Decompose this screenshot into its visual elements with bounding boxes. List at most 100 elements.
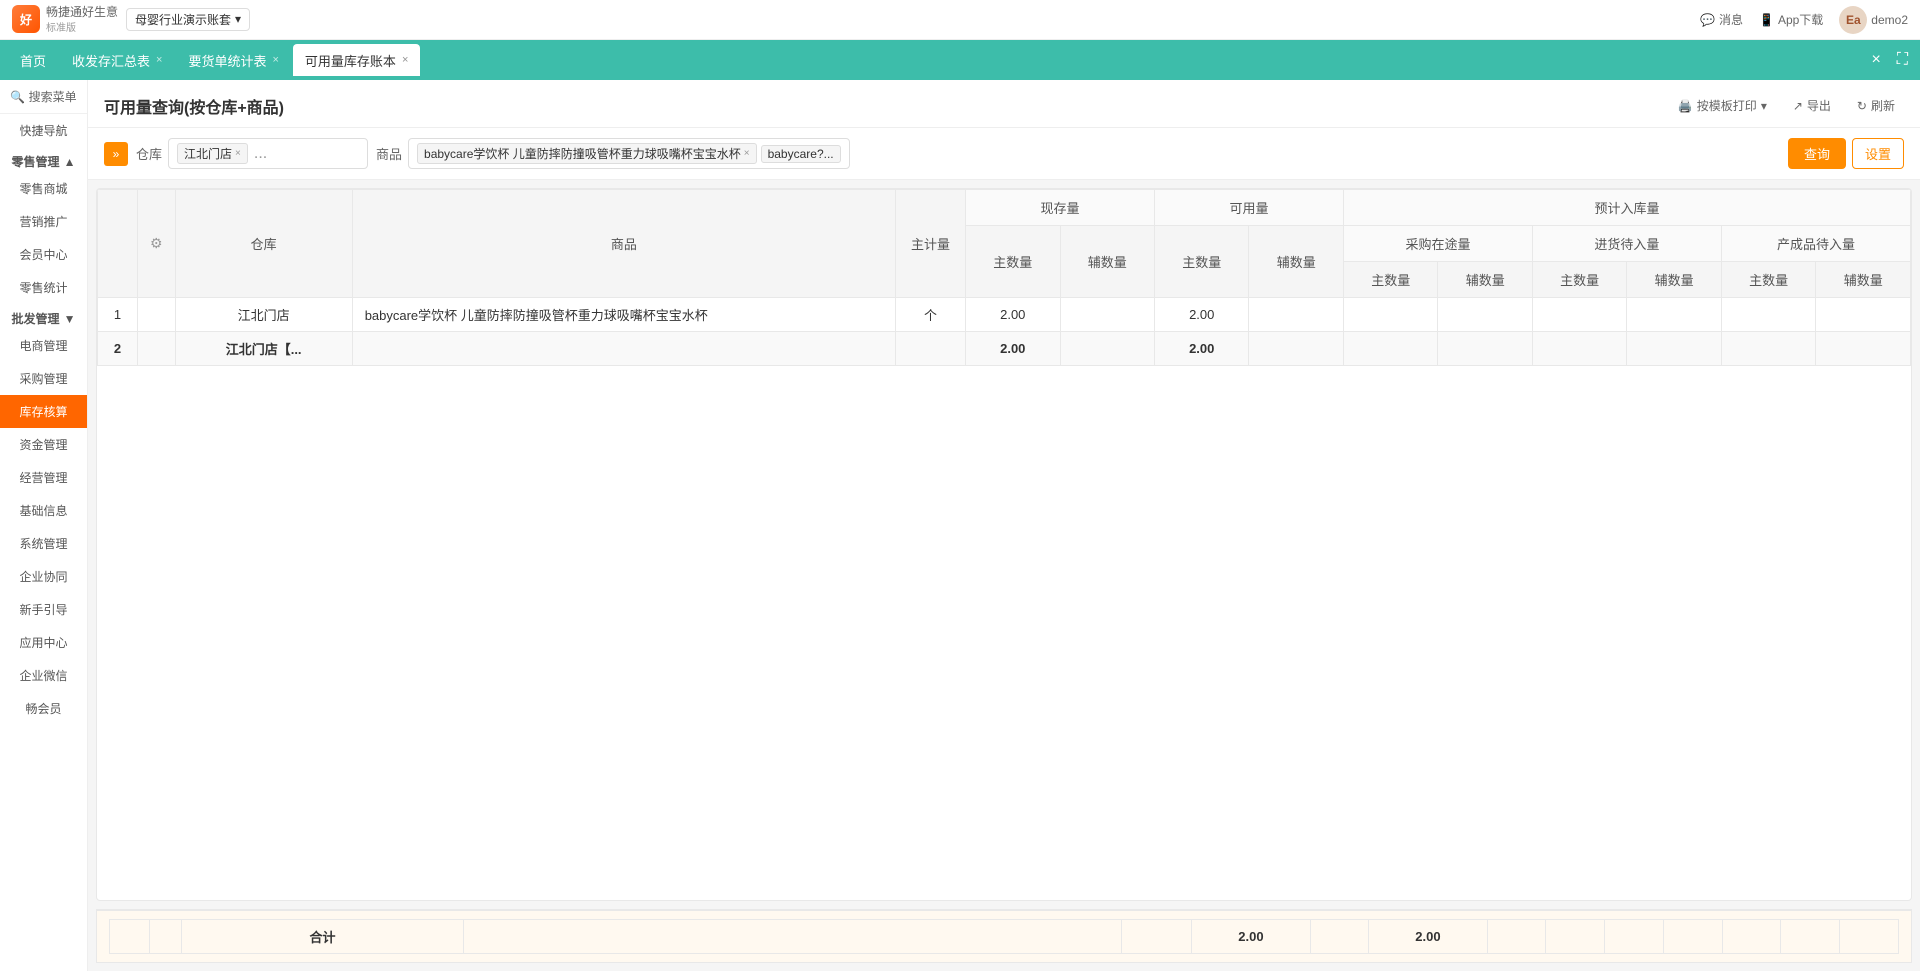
print-btn[interactable]: 🖨️ 按模板打印 ▾ bbox=[1669, 92, 1776, 119]
tab-inventory-label: 可用量库存账本 bbox=[305, 51, 396, 70]
app-sub: 标准版 bbox=[46, 19, 118, 34]
footer-s3 bbox=[1663, 920, 1722, 954]
cell-unit-1: 个 bbox=[896, 298, 966, 332]
sidebar-item-member[interactable]: 畅会员 bbox=[0, 692, 87, 725]
th-available-group: 可用量 bbox=[1155, 190, 1344, 226]
page-title: 可用量查询(按仓库+商品) bbox=[104, 94, 284, 118]
cell-current-aux-2 bbox=[1060, 332, 1154, 366]
cell-pt-main-2 bbox=[1343, 332, 1437, 366]
cell-avail-main-1: 2.00 bbox=[1155, 298, 1249, 332]
th-goods-pending-aux: 辅数量 bbox=[1627, 262, 1721, 298]
print-label: 按模板打印 bbox=[1697, 97, 1757, 114]
sidebar-item-inventory-check[interactable]: 库存核算 bbox=[0, 395, 87, 428]
footer-s4 bbox=[1722, 920, 1781, 954]
nav-tabs: 首页 收发存汇总表 × 要货单统计表 × 可用量库存账本 × × ⛶ bbox=[0, 40, 1920, 80]
tab-inventory[interactable]: 可用量库存账本 × bbox=[293, 44, 420, 76]
app-download-btn[interactable]: 📱 App下载 bbox=[1759, 11, 1823, 28]
product-filter-label: 商品 bbox=[376, 144, 402, 163]
sidebar-item-new-guide[interactable]: 新手引导 bbox=[0, 593, 87, 626]
footer-spacer-1 bbox=[110, 920, 150, 954]
footer-label: 合计 bbox=[182, 920, 464, 954]
sidebar-item-app-center[interactable]: 应用中心 bbox=[0, 626, 87, 659]
export-btn[interactable]: ↗ 导出 bbox=[1784, 92, 1840, 119]
chevron-icon: ▲ bbox=[64, 155, 76, 169]
sidebar-quick-nav[interactable]: 快捷导航 bbox=[0, 114, 87, 147]
sidebar-item-enterprise-wechat[interactable]: 企业微信 bbox=[0, 659, 87, 692]
th-purchase-transit-aux: 辅数量 bbox=[1438, 262, 1532, 298]
sidebar-item-retail-stats[interactable]: 零售统计 bbox=[0, 271, 87, 304]
warehouse-more[interactable]: ... bbox=[252, 145, 269, 163]
product-input[interactable]: babycare学饮杯 儿童防摔防撞吸管杯重力球吸嘴杯宝宝水杯 × babyca… bbox=[408, 138, 850, 169]
refresh-btn[interactable]: ↻ 刷新 bbox=[1848, 92, 1904, 119]
tab-inventory-close[interactable]: × bbox=[402, 54, 408, 66]
content-area: 可用量查询(按仓库+商品) 🖨️ 按模板打印 ▾ ↗ 导出 ↻ 刷新 bbox=[88, 80, 1920, 971]
warehouse-input[interactable]: 江北门店 × ... bbox=[168, 138, 368, 169]
tab-receipts-close[interactable]: × bbox=[156, 54, 162, 66]
th-goods-pending-group: 进货待入量 bbox=[1532, 226, 1721, 262]
message-btn[interactable]: 💬 消息 bbox=[1700, 11, 1743, 28]
footer-row: 合计 2.00 2.00 bbox=[110, 920, 1899, 954]
user-area[interactable]: Ea demo2 bbox=[1839, 6, 1908, 34]
logo-icon: 好 bbox=[12, 5, 40, 33]
page-header: 可用量查询(按仓库+商品) 🖨️ 按模板打印 ▾ ↗ 导出 ↻ 刷新 bbox=[88, 80, 1920, 128]
footer-available-aux bbox=[1487, 920, 1546, 954]
filter-toggle-btn[interactable]: » bbox=[104, 142, 128, 166]
tab-order-stats[interactable]: 要货单统计表 × bbox=[176, 44, 290, 76]
product-tag-2[interactable]: babycare?... bbox=[761, 145, 841, 163]
sidebar-quick-nav-label: 快捷导航 bbox=[19, 122, 67, 139]
gear-icon[interactable]: ⚙ bbox=[150, 235, 163, 251]
sidebar-new-guide-label: 新手引导 bbox=[19, 601, 67, 618]
fullscreen-icon[interactable]: ⛶ bbox=[1893, 47, 1912, 73]
sidebar-search[interactable]: 🔍 搜索菜单 bbox=[0, 80, 87, 114]
footer-s1 bbox=[1546, 920, 1605, 954]
sidebar-item-ecommerce[interactable]: 电商管理 bbox=[0, 329, 87, 362]
tab-receipts-label: 收发存汇总表 bbox=[72, 51, 150, 70]
th-purchase-transit-main: 主数量 bbox=[1343, 262, 1437, 298]
sidebar-item-purchase[interactable]: 采购管理 bbox=[0, 362, 87, 395]
sidebar-item-retail-mgmt[interactable]: 零售管理 ▲ bbox=[0, 147, 87, 172]
product-tag-1-text: babycare学饮杯 儿童防摔防撞吸管杯重力球吸嘴杯宝宝水杯 bbox=[424, 145, 741, 162]
th-available-aux: 辅数量 bbox=[1249, 226, 1343, 298]
warehouse-filter-group: 仓库 江北门店 × ... bbox=[136, 138, 368, 169]
product-tag-1-close[interactable]: × bbox=[744, 148, 750, 159]
th-gear: ⚙ bbox=[138, 190, 176, 298]
tab-home[interactable]: 首页 bbox=[8, 44, 58, 76]
warehouse-tag-close[interactable]: × bbox=[235, 148, 241, 159]
chevron-down-icon: ▼ bbox=[64, 312, 76, 326]
sidebar-item-finance[interactable]: 资金管理 bbox=[0, 428, 87, 461]
query-btn[interactable]: 查询 bbox=[1788, 138, 1846, 169]
cell-unit-2 bbox=[896, 332, 966, 366]
cell-product-2 bbox=[352, 332, 895, 366]
sidebar-enterprise-wechat-label: 企业微信 bbox=[19, 667, 67, 684]
sidebar-item-member-center[interactable]: 会员中心 bbox=[0, 238, 87, 271]
cell-current-aux-1 bbox=[1060, 298, 1154, 332]
tab-receipts[interactable]: 收发存汇总表 × bbox=[60, 44, 174, 76]
settings-btn[interactable]: 设置 bbox=[1852, 138, 1904, 169]
table-row: 2 江北门店【... 2.00 2.00 bbox=[98, 332, 1911, 366]
cell-product-1: babycare学饮杯 儿童防摔防撞吸管杯重力球吸嘴杯宝宝水杯 bbox=[352, 298, 895, 332]
footer-product-spacer bbox=[464, 920, 1122, 954]
th-product-pending-main: 主数量 bbox=[1721, 262, 1815, 298]
refresh-label: 刷新 bbox=[1871, 97, 1895, 114]
warehouse-tag[interactable]: 江北门店 × bbox=[177, 143, 248, 164]
sidebar-item-wholesale[interactable]: 批发管理 ▼ bbox=[0, 304, 87, 329]
sidebar-inventory-label: 库存核算 bbox=[19, 403, 67, 420]
sidebar-item-system[interactable]: 系统管理 bbox=[0, 527, 87, 560]
cell-pp-aux-2 bbox=[1816, 332, 1911, 366]
sidebar-item-operation[interactable]: 经营管理 bbox=[0, 461, 87, 494]
footer-s6 bbox=[1840, 920, 1899, 954]
sidebar-item-enterprise[interactable]: 企业协同 bbox=[0, 560, 87, 593]
cell-gp-main-2 bbox=[1532, 332, 1626, 366]
product-tag-1[interactable]: babycare学饮杯 儿童防摔防撞吸管杯重力球吸嘴杯宝宝水杯 × bbox=[417, 143, 757, 164]
industry-selector[interactable]: 母婴行业演示账套 ▾ bbox=[126, 8, 250, 31]
cell-gp-aux-1 bbox=[1627, 298, 1721, 332]
sidebar-item-marketing[interactable]: 营销推广 bbox=[0, 205, 87, 238]
close-window-icon[interactable]: × bbox=[1867, 47, 1884, 73]
data-table-container: ⚙ 仓库 商品 主计量 现存量 可用量 预计入库量 主数量 辅数量 主数量 辅数… bbox=[96, 188, 1912, 901]
tab-order-stats-close[interactable]: × bbox=[272, 54, 278, 66]
sidebar-item-basic-info[interactable]: 基础信息 bbox=[0, 494, 87, 527]
filter-actions: 查询 设置 bbox=[1788, 138, 1904, 169]
sidebar-item-retail-mall[interactable]: 零售商城 bbox=[0, 172, 87, 205]
cell-gear-1 bbox=[138, 298, 176, 332]
cell-pt-aux-1 bbox=[1438, 298, 1532, 332]
